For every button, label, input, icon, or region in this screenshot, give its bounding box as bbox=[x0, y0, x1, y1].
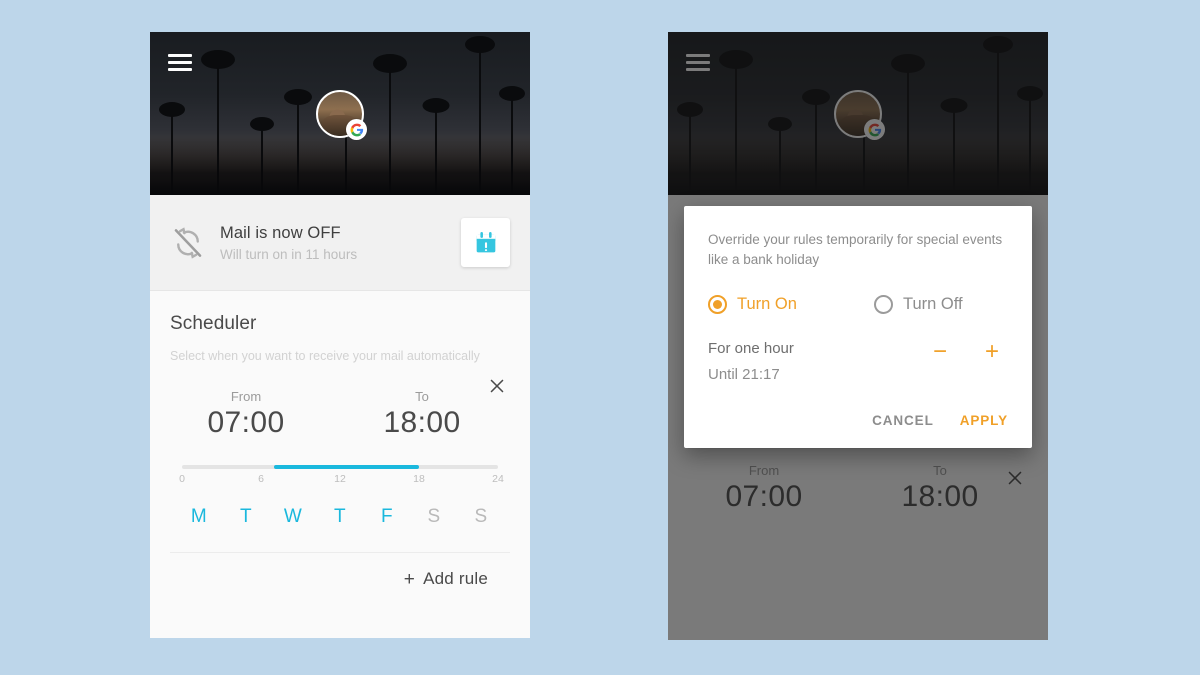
to-value: 18:00 bbox=[383, 406, 461, 439]
plus-icon: + bbox=[403, 568, 416, 590]
day-toggle-0[interactable]: M bbox=[186, 506, 212, 528]
plus-icon[interactable]: + bbox=[982, 340, 1002, 364]
scheduler-subtitle: Select when you want to receive your mai… bbox=[170, 349, 480, 363]
time-range-slider[interactable]: 0 6 12 18 24 bbox=[179, 462, 504, 487]
sync-disabled-icon bbox=[170, 225, 206, 261]
mail-status-subtitle: Will turn on in 11 hours bbox=[220, 246, 358, 262]
day-toggle-1[interactable]: T bbox=[233, 506, 259, 528]
google-g-icon bbox=[346, 119, 367, 140]
hero-header bbox=[150, 32, 530, 195]
radio-turn-off[interactable]: Turn Off bbox=[874, 295, 963, 315]
from-label: From bbox=[230, 389, 262, 404]
slider-tick-label: 6 bbox=[258, 473, 264, 485]
day-toggle-3[interactable]: T bbox=[327, 506, 353, 528]
cancel-button[interactable]: CANCEL bbox=[872, 413, 934, 428]
phone-panel-left: Mail is now OFF Will turn on in 11 hours… bbox=[150, 32, 530, 638]
slider-tick-label: 0 bbox=[179, 473, 185, 485]
scheduler-section: Scheduler Select when you want to receiv… bbox=[150, 291, 530, 589]
day-toggle-2[interactable]: W bbox=[280, 506, 306, 528]
mail-status-bar: Mail is now OFF Will turn on in 11 hours bbox=[150, 195, 530, 291]
override-mode-radio-group: Turn On Turn Off bbox=[708, 295, 1008, 315]
radio-turn-off-label: Turn Off bbox=[903, 295, 963, 314]
slider-tick-label: 24 bbox=[492, 473, 504, 485]
dialog-description: Override your rules temporarily for spec… bbox=[708, 232, 1003, 267]
calendar-alert-icon[interactable] bbox=[461, 218, 510, 267]
close-icon[interactable] bbox=[486, 375, 508, 397]
slider-tick-label: 18 bbox=[413, 473, 425, 485]
to-label: To bbox=[415, 389, 429, 404]
app-screen-left: Mail is now OFF Will turn on in 11 hours… bbox=[150, 32, 530, 638]
page-title: Scheduler bbox=[170, 313, 257, 334]
from-time[interactable]: From 07:00 bbox=[158, 389, 334, 440]
mail-status-text: Mail is now OFF Will turn on in 11 hours bbox=[220, 224, 461, 262]
add-rule-label: Add rule bbox=[423, 569, 488, 588]
radio-selected-icon bbox=[708, 295, 727, 315]
app-screen-right: 06121824 MTWTFSS From 07:00 To bbox=[668, 32, 1048, 640]
from-value: 07:00 bbox=[207, 406, 285, 439]
rule-card: From 07:00 To 18:00 0 6 12 18 24 MTWTFSS bbox=[170, 363, 510, 528]
day-toggle-5[interactable]: S bbox=[421, 506, 447, 528]
to-time[interactable]: To 18:00 bbox=[334, 389, 510, 440]
dialog-actions: CANCEL APPLY bbox=[708, 413, 1008, 440]
until-label: Until 21:17 bbox=[708, 366, 780, 384]
avatar[interactable] bbox=[316, 90, 367, 140]
radio-turn-on[interactable]: Turn On bbox=[708, 295, 874, 315]
slider-ticks: 0 6 12 18 24 bbox=[179, 473, 504, 487]
radio-turn-on-label: Turn On bbox=[737, 295, 797, 314]
day-selector: MTWTFSS bbox=[170, 484, 510, 528]
hamburger-menu-icon[interactable] bbox=[168, 54, 192, 71]
day-toggle-6[interactable]: S bbox=[468, 506, 494, 528]
time-range: From 07:00 To 18:00 bbox=[170, 389, 510, 440]
duration-label: For one hour bbox=[708, 340, 794, 358]
radio-unselected-icon bbox=[874, 295, 893, 315]
override-dialog: Override your rules temporarily for spec… bbox=[684, 206, 1032, 449]
duration-row: For one hour Until 21:17 − + bbox=[708, 340, 1008, 384]
apply-button[interactable]: APPLY bbox=[960, 413, 1008, 428]
day-toggle-4[interactable]: F bbox=[374, 506, 400, 528]
slider-active-range bbox=[274, 465, 419, 469]
minus-icon[interactable]: − bbox=[930, 340, 950, 364]
mail-status-title: Mail is now OFF bbox=[220, 223, 341, 242]
phone-panel-right: 06121824 MTWTFSS From 07:00 To bbox=[668, 32, 1048, 640]
add-rule-button[interactable]: + Add rule bbox=[170, 553, 510, 589]
slider-tick-label: 12 bbox=[334, 473, 346, 485]
duration-stepper: − + bbox=[930, 340, 1008, 364]
hero-gradient-overlay bbox=[150, 137, 530, 195]
